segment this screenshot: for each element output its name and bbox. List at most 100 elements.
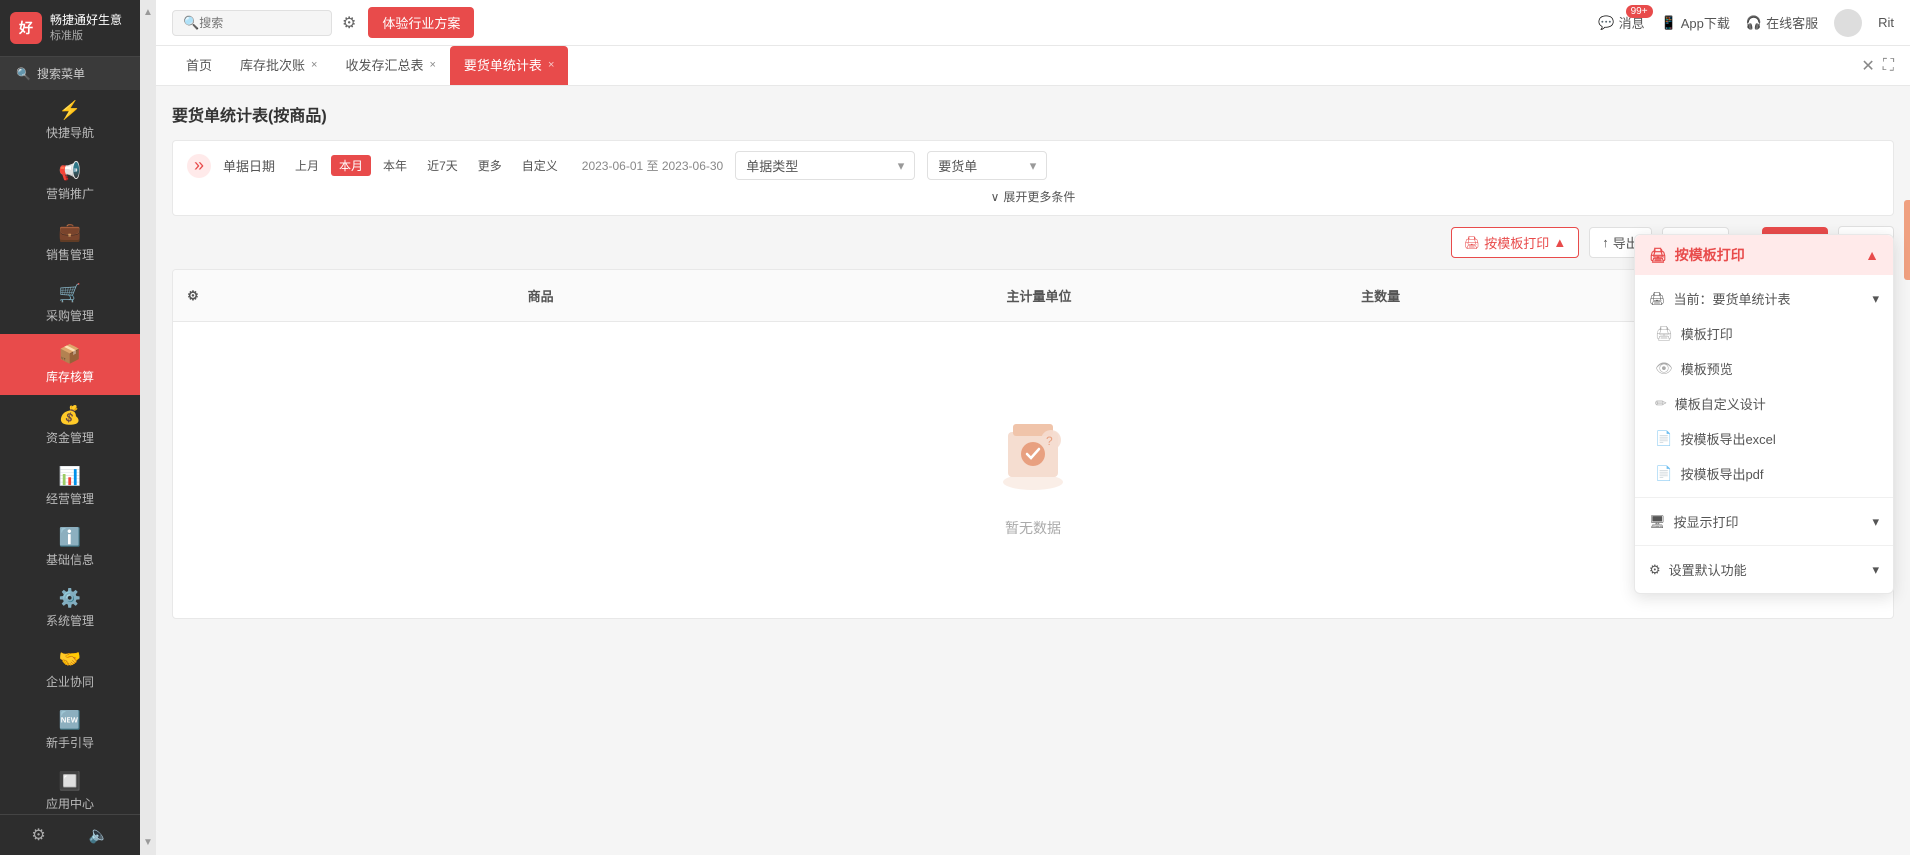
current-section-arrow: ▾ (1872, 291, 1879, 307)
dropdown-item-template-design[interactable]: ✏ 模板自定义设计 (1635, 386, 1893, 421)
expand-more-btn[interactable]: ∨ 展开更多条件 (187, 188, 1879, 205)
scroll-down-arrow[interactable]: ▼ (140, 834, 156, 851)
tabbar-expand-btn[interactable]: ⛶ (1883, 57, 1894, 75)
filter-row-1: » 单据日期 上月 本月 本年 近7天 更多 自定义 2023-06-01 至 … (187, 151, 1879, 180)
message-badge: 99+ (1626, 5, 1653, 18)
sidebar-item-guide[interactable]: 🆕 新手引导 (0, 700, 140, 761)
tab-close-batch-account[interactable]: × (311, 59, 317, 71)
sidebar-item-sales[interactable]: 💼 销售管理 (0, 212, 140, 273)
nav-icon-quick-nav: ⚡ (59, 100, 81, 121)
topbar-search-input[interactable] (199, 16, 319, 30)
main-content: 🔍 ⚙ 体验行业方案 💬 消息 99+ 📱 App下载 🎧 在线客服 Rit (156, 0, 1910, 855)
export-pdf-icon: 📄 (1655, 465, 1672, 482)
sidebar: 好 畅捷通好生意 标准版 🔍 搜索菜单 ⚡ 快捷导航 📢 营销推广 💼 销售管理… (0, 0, 140, 855)
sidebar-item-inventory[interactable]: 📦 库存核算 (0, 334, 140, 395)
sidebar-item-system[interactable]: ⚙️ 系统管理 (0, 578, 140, 639)
date-filter-label: 单据日期 (223, 156, 275, 175)
sidebar-item-operations[interactable]: 📊 经营管理 (0, 456, 140, 517)
sidebar-item-marketing[interactable]: 📢 营销推广 (0, 151, 140, 212)
footer-settings-btn[interactable]: ⚙ (31, 825, 45, 845)
topbar-right: 💬 消息 99+ 📱 App下载 🎧 在线客服 Rit (1598, 9, 1894, 37)
trial-btn[interactable]: 体验行业方案 (368, 7, 474, 38)
nav-icon-operations: 📊 (59, 466, 81, 487)
topbar-search-box[interactable]: 🔍 (172, 10, 332, 36)
dropdown-item-template-print[interactable]: 🖨 模板打印 (1635, 316, 1893, 351)
sidebar-item-quick-nav[interactable]: ⚡ 快捷导航 (0, 90, 140, 151)
tab-order-summary[interactable]: 要货单统计表 × (450, 46, 568, 85)
th-settings[interactable]: ⚙ (173, 280, 213, 312)
dropdown-item-template-preview[interactable]: 👁 模板预览 (1635, 351, 1893, 386)
scroll-up-arrow[interactable]: ▲ (140, 4, 156, 21)
dropdown-current-section: 🖨 当前：要货单统计表 ▾ 🖨 模板打印 👁 模板预览 ✏ 模板自定义设计 (1635, 275, 1893, 498)
user-avatar[interactable] (1834, 9, 1862, 37)
tab-close-receipt-summary[interactable]: × (429, 59, 435, 71)
th-unit: 主计量单位 (868, 278, 1210, 313)
dropdown-item-export-pdf[interactable]: 📄 按模板导出pdf (1635, 456, 1893, 491)
resize-handle[interactable] (1904, 200, 1910, 280)
sidebar-nav: ⚡ 快捷导航 📢 营销推广 💼 销售管理 🛒 采购管理 📦 库存核算 💰 资金管… (0, 90, 140, 814)
dropdown-current-header[interactable]: 🖨 当前：要货单统计表 ▾ (1635, 281, 1893, 316)
template-preview-icon: 👁 (1655, 360, 1673, 377)
th-goods: 商品 (213, 278, 868, 313)
display-section-arrow: ▾ (1872, 514, 1879, 530)
footer-speaker-btn[interactable]: 🔈 (89, 825, 109, 845)
sidebar-item-app-center[interactable]: 🔲 应用中心 (0, 761, 140, 814)
tab-home[interactable]: 首页 (172, 46, 226, 85)
username-text: Rit (1878, 15, 1894, 30)
sidebar-item-finance[interactable]: 💰 资金管理 (0, 395, 140, 456)
filter-bar: » 单据日期 上月 本月 本年 近7天 更多 自定义 2023-06-01 至 … (172, 140, 1894, 216)
date-pill-last-month[interactable]: 上月 (287, 155, 327, 176)
dropdown-default-section: ⚙ 设置默认功能 ▾ (1635, 546, 1893, 593)
settings-gear-icon[interactable]: ⚙ (342, 13, 356, 33)
date-range-text: 2023-06-01 至 2023-06-30 (582, 157, 723, 174)
nav-icon-basic: ℹ️ (59, 527, 81, 548)
nav-icon-collab: 🤝 (59, 649, 81, 670)
tab-batch-account[interactable]: 库存批次账 × (226, 46, 331, 85)
print-header-icon: 🖨 (1649, 247, 1667, 264)
tabbar-close-btn[interactable]: ✕ (1861, 56, 1874, 76)
message-icon: 💬 (1598, 15, 1614, 31)
svg-text:?: ? (1046, 434, 1053, 448)
yh-filter-label: 要货单 (938, 156, 977, 175)
expand-more-icon: ∨ (991, 190, 1000, 204)
sidebar-item-collab[interactable]: 🤝 企业协同 (0, 639, 140, 700)
display-section-icon: 🖥 (1649, 514, 1666, 530)
sidebar-search[interactable]: 🔍 搜索菜单 (0, 57, 140, 90)
dropdown-header-left: 🖨 按模板打印 (1649, 245, 1745, 265)
sidebar-item-purchase[interactable]: 🛒 采购管理 (0, 273, 140, 334)
template-print-icon: 🖨 (1655, 325, 1673, 342)
tabbar-right: ✕ ⛶ (1861, 56, 1894, 76)
headset-icon: 🎧 (1746, 15, 1762, 31)
filter-expand-icon[interactable]: » (187, 154, 211, 178)
date-pill-this-month[interactable]: 本月 (331, 155, 371, 176)
nav-icon-guide: 🆕 (59, 710, 81, 731)
print-template-btn[interactable]: 🖨 按模板打印 ▲ (1451, 227, 1579, 258)
date-pill-custom[interactable]: 自定义 (514, 155, 566, 176)
default-section-arrow: ▾ (1872, 562, 1879, 578)
yh-select[interactable]: 要货单 ▾ (927, 151, 1047, 180)
th-qty: 主数量 (1210, 278, 1552, 313)
dropdown-item-export-excel[interactable]: 📄 按模板导出excel (1635, 421, 1893, 456)
type-select[interactable]: 单据类型 ▾ (735, 151, 915, 180)
app-download-btn[interactable]: 📱 App下载 (1661, 13, 1730, 32)
tab-close-order-summary[interactable]: × (548, 59, 554, 71)
date-pill-this-year[interactable]: 本年 (375, 155, 415, 176)
dropdown-default-header[interactable]: ⚙ 设置默认功能 ▾ (1635, 552, 1893, 587)
template-design-icon: ✏ (1655, 395, 1667, 412)
online-service-btn[interactable]: 🎧 在线客服 (1746, 13, 1818, 32)
sidebar-item-basic[interactable]: ℹ️ 基础信息 (0, 517, 140, 578)
date-pill-more[interactable]: 更多 (470, 155, 510, 176)
messages-btn[interactable]: 💬 消息 99+ (1598, 13, 1644, 32)
yh-arrow-icon: ▾ (1030, 158, 1037, 174)
print-arrow-icon: ▲ (1553, 235, 1566, 250)
tab-receipt-summary[interactable]: 收发存汇总表 × (331, 46, 449, 85)
dropdown-close-icon[interactable]: ▲ (1865, 247, 1879, 263)
print-icon: 🖨 (1464, 235, 1481, 251)
download-icon: 📱 (1661, 15, 1677, 31)
app-logo-icon: 好 (10, 12, 42, 44)
page-title: 要货单统计表(按商品) (172, 102, 1894, 126)
dropdown-display-header[interactable]: 🖥 按显示打印 ▾ (1635, 504, 1893, 539)
dropdown-header[interactable]: 🖨 按模板打印 ▲ (1635, 235, 1893, 275)
sidebar-scrollbar: ▲ ▼ (140, 0, 156, 855)
date-pill-7days[interactable]: 近7天 (419, 155, 466, 176)
